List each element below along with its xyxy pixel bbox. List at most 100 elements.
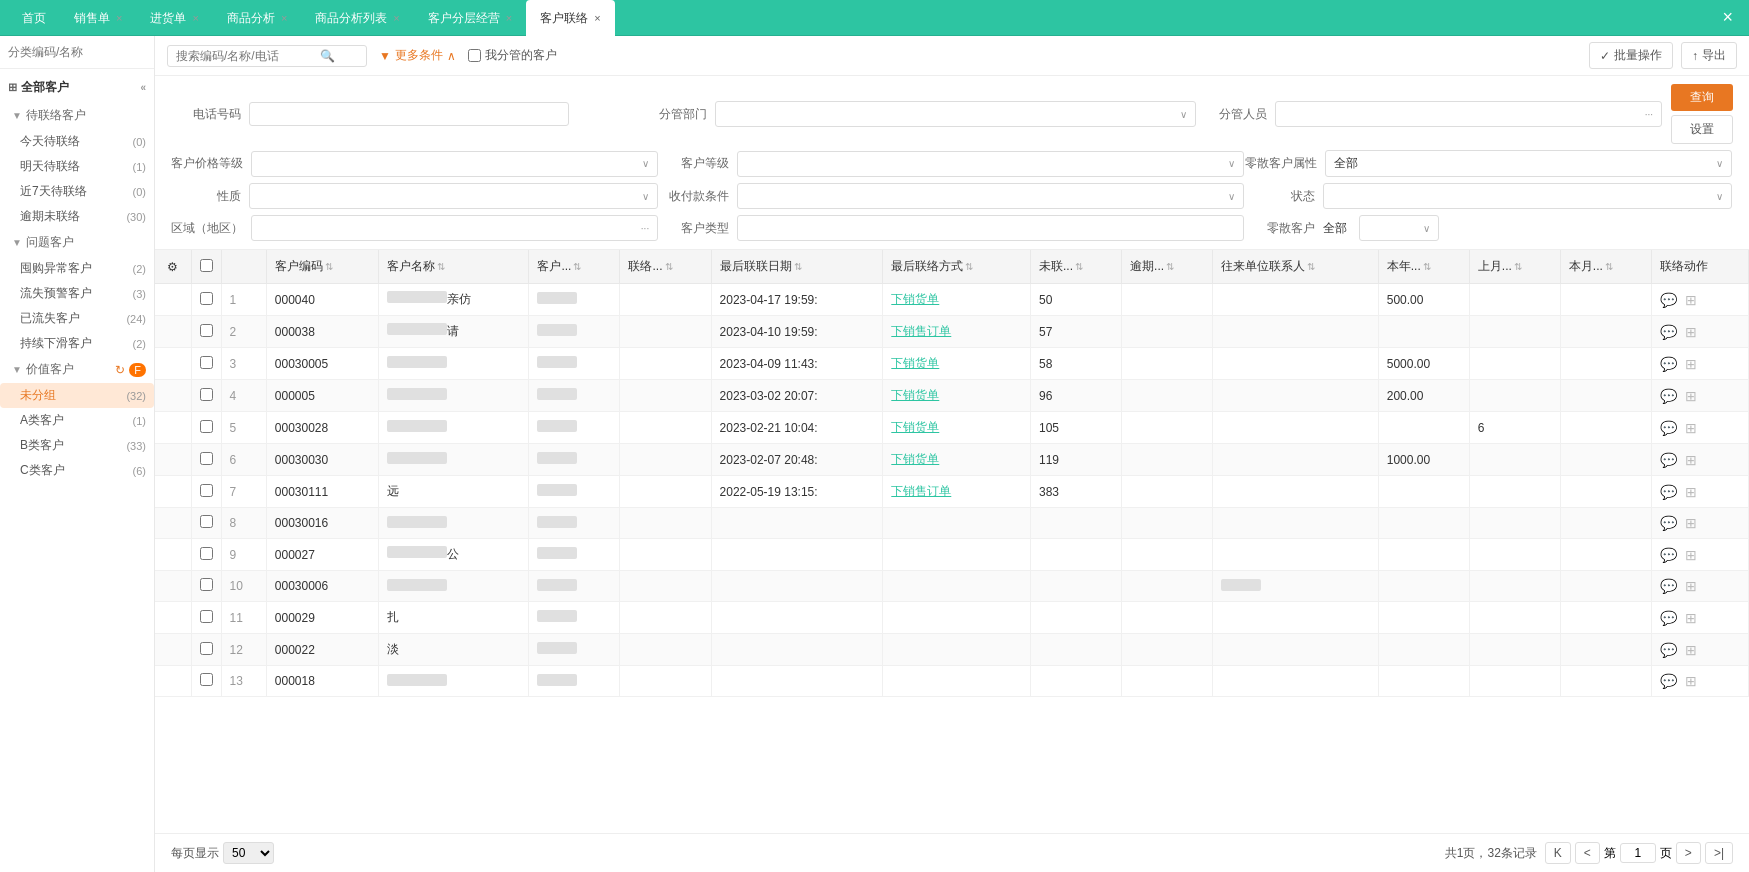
search-input[interactable] xyxy=(176,49,316,63)
sidebar-group-value[interactable]: ▼ 价值客户 ↻ F xyxy=(0,356,154,383)
sidebar-item-overdue-contact[interactable]: 逾期未联络 (30) xyxy=(0,204,154,229)
column-last-contact-way[interactable]: 最后联络方式⇅ xyxy=(883,250,1031,284)
sidebar-item-today[interactable]: 今天待联络 (0) xyxy=(0,129,154,154)
column-name[interactable]: 客户名称⇅ xyxy=(378,250,529,284)
more-icon-10[interactable]: ⊞ xyxy=(1685,610,1697,626)
close-customer-tier[interactable]: × xyxy=(506,0,512,36)
more-icon-5[interactable]: ⊞ xyxy=(1685,452,1697,468)
row-checkbox-0[interactable] xyxy=(200,292,213,305)
chat-icon-5[interactable]: 💬 xyxy=(1660,452,1677,468)
row-checkbox-7[interactable] xyxy=(200,515,213,528)
more-icon-2[interactable]: ⊞ xyxy=(1685,356,1697,372)
row-checkbox-1[interactable] xyxy=(200,324,213,337)
phone-input[interactable] xyxy=(249,102,569,126)
more-icon-6[interactable]: ⊞ xyxy=(1685,484,1697,500)
sidebar-item-ungrouped[interactable]: 未分组 (32) xyxy=(0,383,154,408)
column-company-contact[interactable]: 往来单位联系人⇅ xyxy=(1213,250,1379,284)
last-page-button[interactable]: >| xyxy=(1705,842,1733,864)
chat-icon-2[interactable]: 💬 xyxy=(1660,356,1677,372)
sidebar-item-7days[interactable]: 近7天待联络 (0) xyxy=(0,179,154,204)
chat-icon-10[interactable]: 💬 xyxy=(1660,610,1677,626)
row-checkbox-10[interactable] xyxy=(200,610,213,623)
batch-op-button[interactable]: ✓ 批量操作 xyxy=(1589,42,1673,69)
nav-product-analysis-list[interactable]: 商品分析列表 × xyxy=(301,0,413,36)
query-button[interactable]: 查询 xyxy=(1671,84,1733,111)
column-code[interactable]: 客户编码⇅ xyxy=(266,250,378,284)
nav-purchase-order[interactable]: 进货单 × xyxy=(136,0,212,36)
customer-type-select[interactable] xyxy=(737,215,1244,241)
chat-icon-11[interactable]: 💬 xyxy=(1660,642,1677,658)
close-customer-contact[interactable]: × xyxy=(594,0,600,36)
nav-sales-order[interactable]: 销售单 × xyxy=(60,0,136,36)
price-level-select[interactable]: ∨ xyxy=(251,151,658,177)
retail-attr-select[interactable]: 全部 ∨ xyxy=(1325,150,1732,177)
sidebar-item-class-c[interactable]: C类客户 (6) xyxy=(0,458,154,483)
region-select[interactable]: ··· xyxy=(251,215,658,241)
status-select[interactable]: ∨ xyxy=(1323,183,1732,209)
dept-select[interactable]: ∨ xyxy=(715,101,1195,127)
more-icon-1[interactable]: ⊞ xyxy=(1685,324,1697,340)
retail-customer-select[interactable]: ∨ xyxy=(1359,215,1439,241)
search-icon[interactable]: 🔍 xyxy=(320,49,335,63)
more-icon-11[interactable]: ⊞ xyxy=(1685,642,1697,658)
row-checkbox-8[interactable] xyxy=(200,547,213,560)
my-customers-checkbox[interactable] xyxy=(468,49,481,62)
sidebar-item-abnormal[interactable]: 囤购异常客户 (2) xyxy=(0,256,154,281)
chat-icon-7[interactable]: 💬 xyxy=(1660,515,1677,531)
page-number-input[interactable] xyxy=(1620,843,1656,863)
row-checkbox-12[interactable] xyxy=(200,673,213,686)
staff-select[interactable]: ··· xyxy=(1275,101,1662,127)
column-settings[interactable]: ⚙ xyxy=(155,250,191,284)
nav-customer-tier[interactable]: 客户分层经营 × xyxy=(414,0,526,36)
more-icon-8[interactable]: ⊞ xyxy=(1685,547,1697,563)
sidebar-search-input[interactable] xyxy=(8,45,155,59)
row-checkbox-3[interactable] xyxy=(200,388,213,401)
nav-product-analysis[interactable]: 商品分析 × xyxy=(213,0,301,36)
prev-page-button[interactable]: < xyxy=(1575,842,1600,864)
chat-icon-3[interactable]: 💬 xyxy=(1660,388,1677,404)
close-product-analysis[interactable]: × xyxy=(281,0,287,36)
payment-select[interactable]: ∨ xyxy=(737,183,1244,209)
more-icon-9[interactable]: ⊞ xyxy=(1685,578,1697,594)
column-this-year[interactable]: 本年...⇅ xyxy=(1378,250,1469,284)
more-icon-12[interactable]: ⊞ xyxy=(1685,673,1697,689)
more-icon-4[interactable]: ⊞ xyxy=(1685,420,1697,436)
row-checkbox-2[interactable] xyxy=(200,356,213,369)
select-all-checkbox[interactable] xyxy=(200,259,213,272)
row-checkbox-5[interactable] xyxy=(200,452,213,465)
sidebar-item-declining[interactable]: 持续下滑客户 (2) xyxy=(0,331,154,356)
column-overdue[interactable]: 逾期...⇅ xyxy=(1122,250,1213,284)
sidebar-item-class-a[interactable]: A类客户 (1) xyxy=(0,408,154,433)
nav-home[interactable]: 首页 xyxy=(8,0,60,36)
chat-icon-1[interactable]: 💬 xyxy=(1660,324,1677,340)
reset-button[interactable]: 设置 xyxy=(1671,115,1733,144)
sidebar-item-tomorrow[interactable]: 明天待联络 (1) xyxy=(0,154,154,179)
column-type[interactable]: 客户...⇅ xyxy=(529,250,620,284)
column-no-contact[interactable]: 未联...⇅ xyxy=(1031,250,1122,284)
my-customers-toggle[interactable]: 我分管的客户 xyxy=(468,47,557,64)
row-checkbox-9[interactable] xyxy=(200,578,213,591)
per-page-select[interactable]: 50 100 200 xyxy=(223,842,274,864)
customer-level-select[interactable]: ∨ xyxy=(737,151,1244,177)
sidebar-item-class-b[interactable]: B类客户 (33) xyxy=(0,433,154,458)
sidebar-item-lost[interactable]: 已流失客户 (24) xyxy=(0,306,154,331)
more-conditions-btn[interactable]: ▼ 更多条件 ∧ xyxy=(379,47,456,64)
column-last-contact-date[interactable]: 最后联联日期⇅ xyxy=(711,250,883,284)
nature-select[interactable]: ∨ xyxy=(249,183,658,209)
column-this-month[interactable]: 本月...⇅ xyxy=(1560,250,1651,284)
chat-icon-9[interactable]: 💬 xyxy=(1660,578,1677,594)
chat-icon-4[interactable]: 💬 xyxy=(1660,420,1677,436)
first-page-button[interactable]: K xyxy=(1545,842,1571,864)
row-checkbox-6[interactable] xyxy=(200,484,213,497)
chat-icon-6[interactable]: 💬 xyxy=(1660,484,1677,500)
chat-icon-8[interactable]: 💬 xyxy=(1660,547,1677,563)
sidebar-item-loss-warning[interactable]: 流失预警客户 (3) xyxy=(0,281,154,306)
chat-icon-0[interactable]: 💬 xyxy=(1660,292,1677,308)
sidebar-group-problem[interactable]: ▼ 问题客户 xyxy=(0,229,154,256)
nav-customer-contact[interactable]: 客户联络 × xyxy=(526,0,614,36)
next-page-button[interactable]: > xyxy=(1676,842,1701,864)
column-checkbox[interactable] xyxy=(191,250,221,284)
window-close-button[interactable]: × xyxy=(1714,7,1741,28)
sidebar-group-pending[interactable]: ▼ 待联络客户 xyxy=(0,102,154,129)
refresh-icon[interactable]: ↻ xyxy=(115,363,125,377)
